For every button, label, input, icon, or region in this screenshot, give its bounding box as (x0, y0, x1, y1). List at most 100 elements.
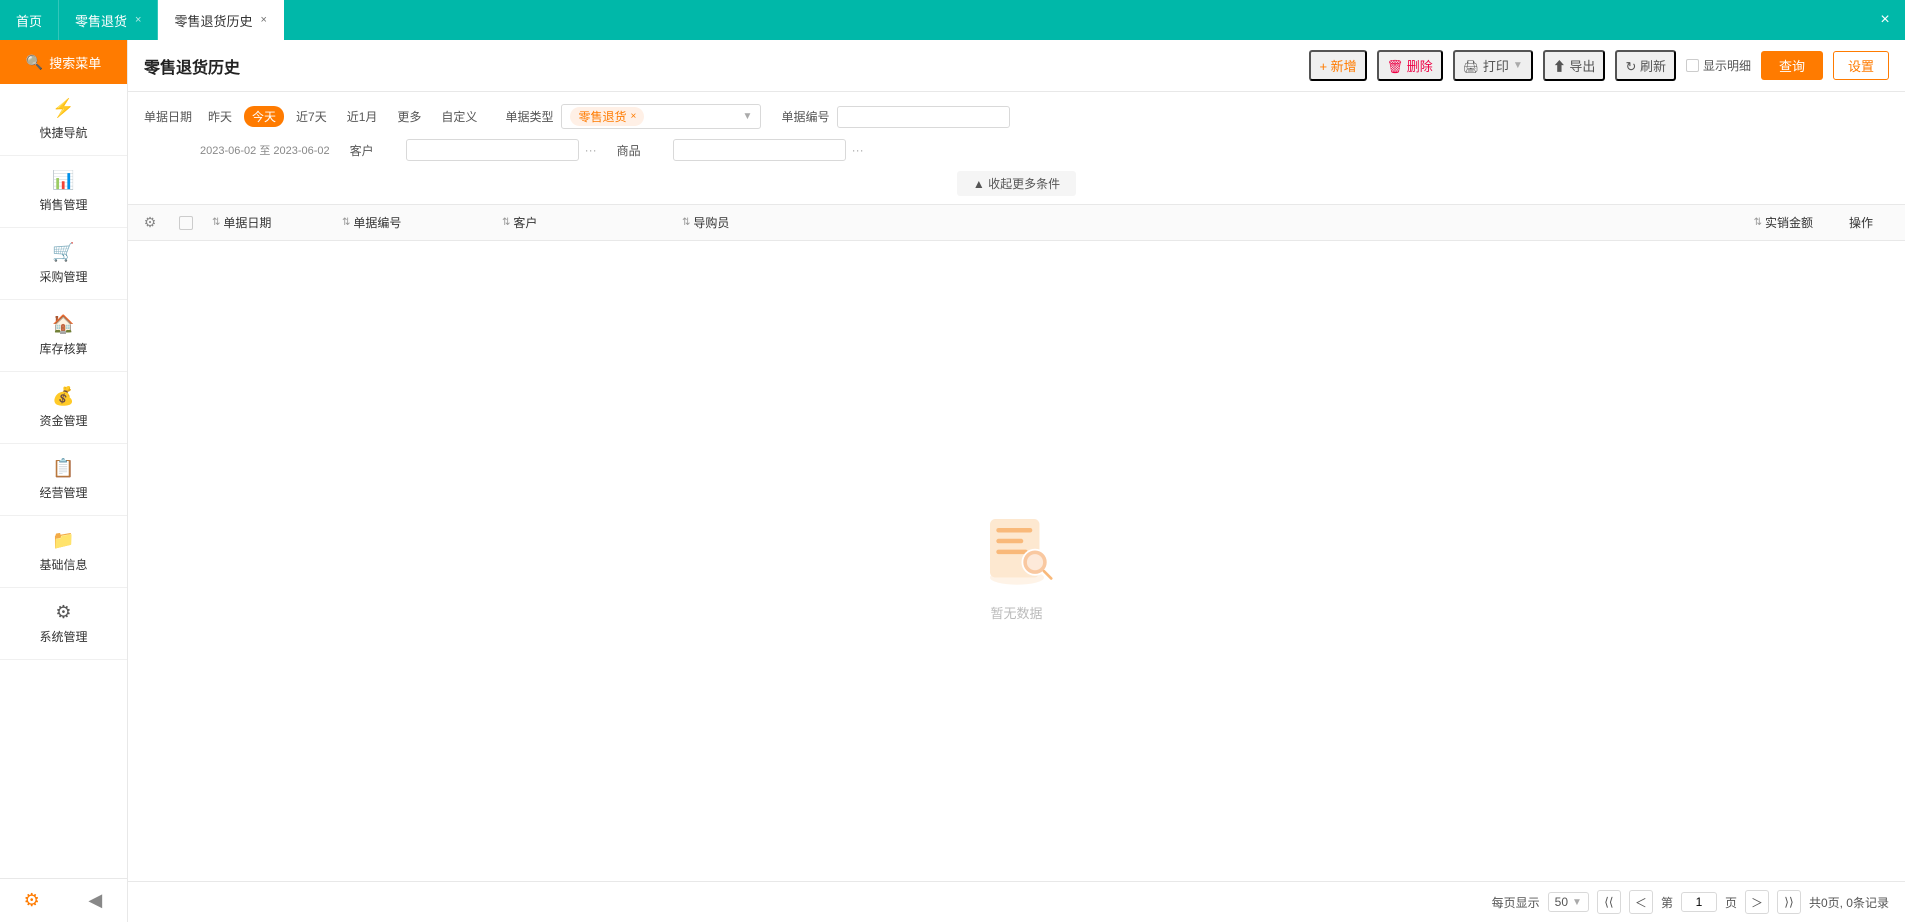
sidebar-collapse-icon: ◀ (88, 890, 102, 911)
tab-retail-return-history-close[interactable]: × (260, 14, 266, 26)
close-app-button[interactable]: × (1865, 0, 1905, 40)
sidebar-item-purchase-label: 采购管理 (39, 268, 87, 285)
show-detail-label: 显示明细 (1703, 57, 1751, 74)
print-dropdown-icon: ▼ (1513, 60, 1523, 71)
sort-customer-icon[interactable]: ⇅ (502, 217, 510, 228)
table-col-checkbox[interactable] (168, 216, 204, 230)
page-last-button[interactable]: ⟩⟩ (1777, 890, 1801, 914)
type-filter-label: 单据类型 (505, 108, 555, 125)
date-chip-7days[interactable]: 近7天 (288, 106, 335, 127)
collapse-button[interactable]: ▲ 收起更多条件 (957, 171, 1076, 196)
sidebar-item-finance-label: 资金管理 (39, 412, 87, 429)
print-button-label: 🖨 打印 (1463, 56, 1509, 75)
tab-retail-return-label: 零售退货 (75, 11, 127, 30)
sidebar-search-button[interactable]: 🔍 搜索菜单 (0, 40, 127, 84)
sidebar-item-basic-info[interactable]: 📁 基础信息 (0, 516, 127, 588)
tab-retail-return-history-label: 零售退货历史 (174, 11, 252, 30)
sidebar-settings-button[interactable]: ⚙ (0, 879, 64, 922)
sidebar-item-purchase-mgmt[interactable]: 🛒 采购管理 (0, 228, 127, 300)
filter-row-2: 2023-06-02 至 2023-06-02 客户 ··· 商品 ··· (144, 139, 1889, 161)
filter-date-item: 单据日期 昨天 今天 近7天 近1月 更多 自定义 (144, 106, 485, 127)
sidebar-item-operation[interactable]: 📋 经营管理 (0, 444, 127, 516)
header-actions: + 新增 🗑 删除 🖨 打印 ▼ ⬆ 导出 ↻ 刷新 显示明细 (1309, 50, 1889, 81)
sidebar-item-quick-nav[interactable]: ⚡ 快捷导航 (0, 84, 127, 156)
table-col-order-no: ⇅ 单据编号 (334, 214, 494, 231)
filter-daterange-display: 2023-06-02 至 2023-06-02 (144, 142, 330, 158)
sidebar-item-sales-mgmt[interactable]: 📊 销售管理 (0, 156, 127, 228)
table-col-customer-label: 客户 (513, 214, 537, 231)
customer-input[interactable] (406, 139, 579, 161)
settings-button[interactable]: 设置 (1833, 51, 1889, 80)
tab-retail-return[interactable]: 零售退货 × (59, 0, 158, 40)
query-button-label: 查询 (1779, 59, 1805, 74)
date-chip-today[interactable]: 今天 (244, 106, 284, 127)
page-label: 第 (1661, 894, 1673, 911)
sidebar-item-operation-label: 经营管理 (39, 484, 87, 501)
sort-amount-icon[interactable]: ⇅ (1754, 217, 1762, 228)
print-button[interactable]: 🖨 打印 ▼ (1453, 50, 1533, 81)
date-chip-custom[interactable]: 自定义 (433, 106, 485, 127)
page-header: 零售退货历史 + 新增 🗑 删除 🖨 打印 ▼ ⬆ 导出 ↻ 刷新 (128, 40, 1905, 92)
page-number-input[interactable] (1681, 892, 1717, 912)
delete-button[interactable]: 🗑 删除 (1377, 50, 1443, 81)
per-page-select[interactable]: 50 ▼ (1548, 892, 1589, 912)
main-layout: 🔍 搜索菜单 ⚡ 快捷导航 📊 销售管理 🛒 采购管理 🏠 库存核算 💰 (0, 40, 1905, 922)
table-col-guide-label: 导购员 (693, 214, 729, 231)
query-button[interactable]: 查询 (1761, 51, 1823, 80)
page-prev-button[interactable]: ＜ (1629, 890, 1653, 914)
orderno-input[interactable] (837, 106, 1010, 128)
sidebar-bottom: ⚙ ◀ (0, 878, 127, 922)
customer-dots[interactable]: ··· (585, 143, 597, 157)
sidebar-collapse-button[interactable]: ◀ (64, 879, 128, 922)
sidebar-item-basic-label: 基础信息 (39, 556, 87, 573)
sort-date-icon[interactable]: ⇅ (212, 217, 220, 228)
per-page-arrow: ▼ (1572, 897, 1582, 908)
settings-button-label: 设置 (1848, 59, 1874, 74)
page-next-button[interactable]: ＞ (1745, 890, 1769, 914)
type-tag-remove[interactable]: × (630, 111, 636, 122)
sort-guide-icon[interactable]: ⇅ (682, 217, 690, 228)
search-icon: 🔍 (26, 54, 43, 71)
table-settings-icon[interactable]: ⚙ (144, 214, 157, 231)
tab-retail-return-close[interactable]: × (135, 14, 141, 26)
export-button[interactable]: ⬆ 导出 (1543, 50, 1606, 81)
table-area: ⚙ ⇅ 单据日期 ⇅ 单据编号 ⇅ 客户 ⇅ (128, 205, 1905, 881)
sidebar-item-system-label: 系统管理 (39, 628, 87, 645)
page-first-button[interactable]: ⟨⟨ (1597, 890, 1621, 914)
per-page-value: 50 (1555, 895, 1568, 909)
date-chip-more[interactable]: 更多 (389, 106, 429, 127)
date-chip-yesterday[interactable]: 昨天 (200, 106, 240, 127)
page-first-icon: ⟨⟨ (1604, 895, 1613, 909)
close-app-icon: × (1880, 11, 1889, 29)
filter-customer-item: 客户 ··· (350, 139, 597, 161)
type-select[interactable]: 零售退货 × ▼ (561, 104, 761, 129)
filter-row-1: 单据日期 昨天 今天 近7天 近1月 更多 自定义 单据类型 (144, 104, 1889, 129)
select-all-checkbox[interactable] (179, 216, 193, 230)
table-col-date: ⇅ 单据日期 (204, 214, 334, 231)
top-nav: 首页 零售退货 × 零售退货历史 × × (0, 0, 1905, 40)
sidebar-item-system[interactable]: ⚙ 系统管理 (0, 588, 127, 660)
sidebar-item-inventory[interactable]: 🏠 库存核算 (0, 300, 127, 372)
new-button[interactable]: + 新增 (1309, 50, 1366, 81)
empty-state: 暂无数据 (128, 241, 1905, 881)
goods-filter-label: 商品 (617, 142, 667, 159)
quick-nav-icon: ⚡ (52, 98, 74, 119)
sort-orderno-icon[interactable]: ⇅ (342, 217, 350, 228)
sidebar-items: ⚡ 快捷导航 📊 销售管理 🛒 采购管理 🏠 库存核算 💰 资金管理 📋 (0, 84, 127, 878)
table-col-orderno-label: 单据编号 (353, 214, 401, 231)
page-title: 零售退货历史 (144, 54, 1309, 78)
tab-home[interactable]: 首页 (0, 0, 59, 40)
filter-goods-item: 商品 ··· (617, 139, 864, 161)
page-next-icon: ＞ (1751, 894, 1763, 911)
goods-dots[interactable]: ··· (852, 143, 864, 157)
table-col-settings[interactable]: ⚙ (132, 214, 168, 231)
show-detail-checkbox[interactable] (1686, 59, 1699, 72)
filter-collapse-row: ▲ 收起更多条件 (144, 171, 1889, 196)
refresh-button[interactable]: ↻ 刷新 (1615, 50, 1676, 81)
delete-button-label: 🗑 删除 (1387, 56, 1433, 75)
sidebar-item-finance[interactable]: 💰 资金管理 (0, 372, 127, 444)
date-chip-1month[interactable]: 近1月 (339, 106, 386, 127)
table-col-ops: 操作 (1821, 214, 1901, 231)
goods-input[interactable] (673, 139, 846, 161)
tab-retail-return-history[interactable]: 零售退货历史 × (158, 0, 283, 40)
